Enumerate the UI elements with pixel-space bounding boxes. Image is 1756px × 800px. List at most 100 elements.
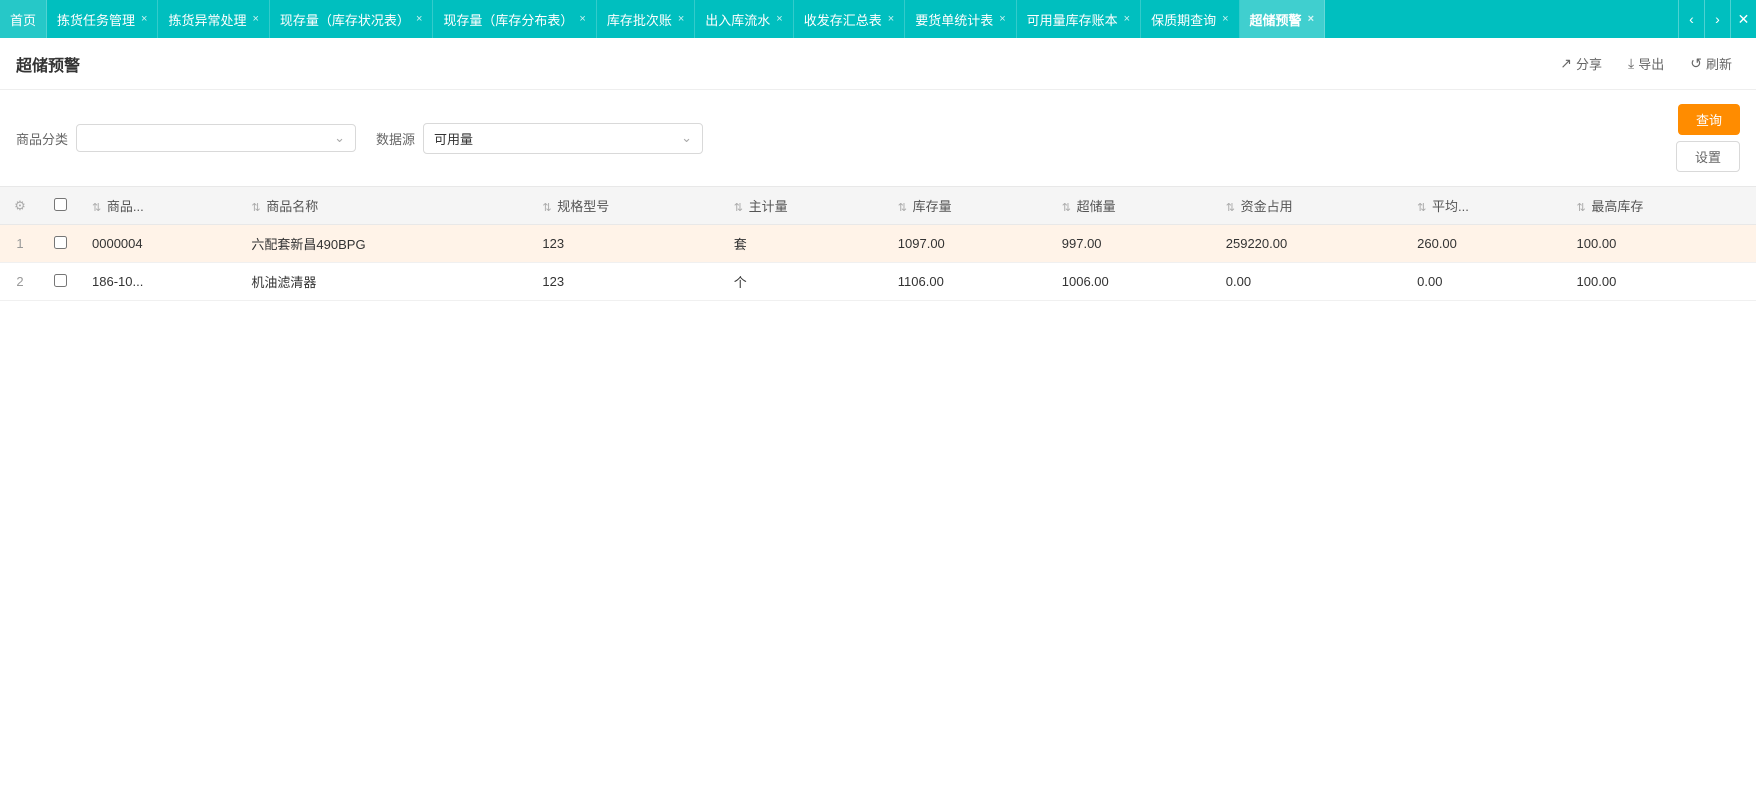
table-row: 2 186-10... 机油滤清器 123 个 1106.00 1006.00 … [0, 263, 1756, 301]
nav-tab-7[interactable]: 收发存汇总表 × [794, 0, 905, 38]
close-tab-9-icon[interactable]: × [1124, 13, 1130, 25]
row-1-stock: 1097.00 [886, 225, 1050, 263]
datasource-label: 数据源 [376, 129, 415, 148]
nav-arrow-left[interactable]: ‹ [1678, 0, 1704, 38]
close-tab-10-icon[interactable]: × [1222, 13, 1228, 25]
col-stock[interactable]: ⇅ 库存量 [886, 187, 1050, 225]
nav-tab-5[interactable]: 库存批次账 × [597, 0, 695, 38]
category-select[interactable]: ⌄ [76, 124, 356, 152]
table-header-row: ⚙ ⇅ 商品... ⇅ 商品名称 ⇅ 规格型号 [0, 187, 1756, 225]
col-unit[interactable]: ⇅ 主计量 [722, 187, 886, 225]
row-2-stock: 1106.00 [886, 263, 1050, 301]
sort-icon-stock: ⇅ [898, 202, 907, 214]
row-2-code: 186-10... [80, 263, 239, 301]
query-button[interactable]: 查询 [1678, 104, 1740, 135]
col-maxstock[interactable]: ⇅ 最高库存 [1565, 187, 1756, 225]
export-icon: ⤓ [1628, 55, 1634, 72]
row-2-unit: 个 [722, 263, 886, 301]
gear-icon: ⚙ [14, 198, 26, 213]
row-1-spec: 123 [530, 225, 721, 263]
row-num-1: 1 [0, 225, 40, 263]
nav-tab-10[interactable]: 保质期查询 × [1141, 0, 1239, 38]
close-tab-1-icon[interactable]: × [141, 13, 147, 25]
settings-gear-header[interactable]: ⚙ [0, 187, 40, 225]
select-all-header[interactable] [40, 187, 80, 225]
col-capital[interactable]: ⇅ 资金占用 [1214, 187, 1405, 225]
row-num-2: 2 [0, 263, 40, 301]
nav-tab-6[interactable]: 出入库流水 × [695, 0, 793, 38]
settings-button[interactable]: 设置 [1676, 141, 1740, 172]
nav-tab-11[interactable]: 超储预警 × [1240, 0, 1325, 38]
sort-icon-capital: ⇅ [1226, 202, 1235, 214]
nav-tab-1[interactable]: 拣货任务管理 × [47, 0, 158, 38]
datasource-select[interactable]: 可用量 ⌄ [423, 123, 703, 154]
close-tab-4-icon[interactable]: × [579, 13, 585, 25]
row-1-unit: 套 [722, 225, 886, 263]
top-nav: 首页 拣货任务管理 × 拣货异常处理 × 现存量（库存状况表） × 现存量（库存… [0, 0, 1756, 38]
sort-icon-maxstock: ⇅ [1577, 202, 1586, 214]
nav-arrow-close[interactable]: ✕ [1730, 0, 1756, 38]
row-1-capital: 259220.00 [1214, 225, 1405, 263]
datasource-chevron-icon: ⌄ [681, 130, 692, 146]
category-chevron-icon: ⌄ [334, 130, 345, 146]
close-tab-6-icon[interactable]: × [776, 13, 782, 25]
select-all-checkbox[interactable] [54, 198, 67, 211]
nav-tab-2[interactable]: 拣货异常处理 × [158, 0, 269, 38]
nav-tab-3[interactable]: 现存量（库存状况表） × [270, 0, 433, 38]
share-icon: ↗ [1560, 55, 1572, 72]
row-2-over: 1006.00 [1050, 263, 1214, 301]
close-tab-7-icon[interactable]: × [888, 13, 894, 25]
nav-arrow-right[interactable]: › [1704, 0, 1730, 38]
row-2-capital: 0.00 [1214, 263, 1405, 301]
close-tab-5-icon[interactable]: × [678, 13, 684, 25]
category-label: 商品分类 [16, 129, 68, 148]
col-over[interactable]: ⇅ 超储量 [1050, 187, 1214, 225]
sort-icon-spec: ⇅ [542, 202, 551, 214]
table-row: 1 0000004 六配套新昌490BPG 123 套 1097.00 997.… [0, 225, 1756, 263]
main-content: 超储预警 ↗ 分享 ⤓ 导出 ↺ 刷新 商品分类 ⌄ 数据源 [0, 38, 1756, 800]
row-1-checkbox[interactable] [54, 236, 67, 249]
col-name[interactable]: ⇅ 商品名称 [239, 187, 530, 225]
row-1-avg: 260.00 [1405, 225, 1564, 263]
row-1-maxstock: 100.00 [1565, 225, 1756, 263]
row-2-avg: 0.00 [1405, 263, 1564, 301]
close-tab-3-icon[interactable]: × [416, 13, 422, 25]
export-button[interactable]: ⤓ 导出 [1620, 50, 1672, 77]
nav-tab-4[interactable]: 现存量（库存分布表） × [433, 0, 596, 38]
close-tab-2-icon[interactable]: × [252, 13, 258, 25]
row-2-spec: 123 [530, 263, 721, 301]
sort-icon-unit: ⇅ [734, 202, 743, 214]
col-spec[interactable]: ⇅ 规格型号 [530, 187, 721, 225]
col-avg[interactable]: ⇅ 平均... [1405, 187, 1564, 225]
page-header: 超储预警 ↗ 分享 ⤓ 导出 ↺ 刷新 [0, 38, 1756, 90]
table-container: ⚙ ⇅ 商品... ⇅ 商品名称 ⇅ 规格型号 [0, 186, 1756, 301]
sort-icon-avg: ⇅ [1417, 202, 1426, 214]
refresh-button[interactable]: ↺ 刷新 [1682, 50, 1740, 77]
nav-tab-home[interactable]: 首页 [0, 0, 47, 38]
close-tab-8-icon[interactable]: × [999, 13, 1005, 25]
row-2-maxstock: 100.00 [1565, 263, 1756, 301]
sort-icon-over: ⇅ [1062, 202, 1071, 214]
refresh-icon: ↺ [1690, 55, 1702, 72]
sort-icon-code: ⇅ [92, 202, 101, 214]
category-filter: 商品分类 ⌄ [16, 124, 356, 152]
nav-arrows: ‹ › ✕ [1678, 0, 1756, 38]
row-2-name: 机油滤清器 [239, 263, 530, 301]
page-title: 超储预警 [16, 52, 80, 76]
header-actions: ↗ 分享 ⤓ 导出 ↺ 刷新 [1552, 50, 1740, 77]
row-2-checkbox[interactable] [54, 274, 67, 287]
row-checkbox-1[interactable] [40, 225, 80, 263]
row-1-over: 997.00 [1050, 225, 1214, 263]
data-table: ⚙ ⇅ 商品... ⇅ 商品名称 ⇅ 规格型号 [0, 186, 1756, 301]
sort-icon-name: ⇅ [251, 202, 260, 214]
col-code[interactable]: ⇅ 商品... [80, 187, 239, 225]
share-button[interactable]: ↗ 分享 [1552, 50, 1610, 77]
filter-bar: 商品分类 ⌄ 数据源 可用量 ⌄ 查询 设置 [0, 90, 1756, 186]
datasource-filter: 数据源 可用量 ⌄ [376, 123, 703, 154]
nav-tab-8[interactable]: 要货单统计表 × [905, 0, 1016, 38]
nav-tab-9[interactable]: 可用量库存账本 × [1017, 0, 1141, 38]
filter-action-area: 查询 设置 [1676, 104, 1740, 172]
close-tab-11-icon[interactable]: × [1308, 13, 1314, 25]
row-checkbox-2[interactable] [40, 263, 80, 301]
datasource-select-value: 可用量 [434, 129, 473, 148]
